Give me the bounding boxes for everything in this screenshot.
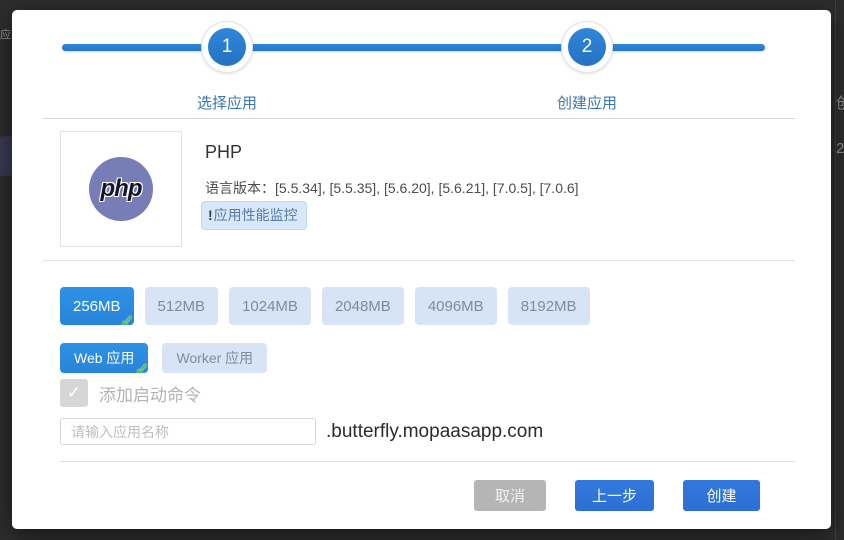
app-type-option-worker[interactable]: Worker 应用 [162, 343, 268, 373]
step-1-label: 选择应用 [196, 95, 257, 112]
apm-badge: ! 应用性能监控 [201, 201, 307, 230]
memory-option-2048mb[interactable]: 2048MB [321, 287, 404, 325]
step-2-number: 2 [568, 28, 606, 66]
backdrop-text-fragment: 2 [836, 140, 844, 157]
step-2-indicator: 2 [561, 21, 613, 73]
memory-option-label: 4096MB [427, 297, 484, 315]
memory-option-label: 2048MB [334, 297, 391, 315]
memory-option-label: 1024MB [242, 297, 298, 315]
app-name-input[interactable] [60, 418, 316, 445]
startup-command-checkbox[interactable]: ✓ [60, 379, 88, 407]
exclamation-icon: ! [208, 207, 213, 223]
create-app-modal: 1 2 选择应用 创建应用 php PHP 语言版本：[5.5.34], [5.… [12, 10, 831, 529]
step-1-indicator: 1 [201, 21, 253, 73]
cancel-button[interactable]: 取消 [474, 480, 546, 511]
memory-option-512mb[interactable]: 512MB [144, 287, 219, 325]
memory-option-4096mb[interactable]: 4096MB [414, 287, 497, 325]
memory-options: 256MB ✓ 512MB 1024MB 2048MB 4096MB 8192M… [60, 287, 590, 330]
startup-command-label: 添加启动命令 [99, 385, 201, 405]
app-type-label: Web 应用 [74, 350, 135, 366]
create-button[interactable]: 创建 [683, 480, 760, 511]
startup-command-row: ✓ 添加启动命令 [60, 379, 201, 407]
app-type-label: Worker 应用 [176, 350, 254, 366]
stepper-divider [43, 118, 795, 119]
app-name-row: .butterfly.mopaasapp.com [60, 418, 543, 445]
previous-step-button[interactable]: 上一步 [575, 480, 654, 511]
check-icon: ✓ [135, 360, 150, 379]
app-type-option-web[interactable]: Web 应用 ✓ [60, 343, 149, 378]
apm-badge-label: 应用性能监控 [213, 207, 298, 223]
footer-actions: 取消 上一步 创建 [474, 480, 760, 511]
memory-option-8192mb[interactable]: 8192MB [507, 287, 590, 325]
selected-app-card: php [60, 131, 182, 247]
memory-option-256mb[interactable]: 256MB ✓ [60, 287, 135, 330]
check-icon: ✓ [120, 312, 135, 331]
step-1-number: 1 [208, 28, 246, 66]
memory-option-label: 8192MB [520, 297, 577, 315]
memory-option-1024mb[interactable]: 1024MB [229, 287, 311, 325]
app-name-title: PHP [205, 142, 243, 162]
app-section-divider [43, 260, 795, 261]
stepper-progress-bar [62, 44, 765, 51]
memory-option-label: 512MB [157, 297, 206, 315]
php-logo-icon: php [89, 157, 153, 221]
footer-divider [60, 461, 795, 462]
app-type-options: Web 应用 ✓ Worker 应用 [60, 343, 268, 378]
domain-suffix-text: .butterfly.mopaasapp.com [326, 420, 544, 442]
backdrop-text-fragment: 创 [836, 95, 844, 112]
php-logo-text: php [100, 175, 143, 202]
memory-option-label: 256MB [73, 297, 121, 315]
app-language-versions: 语言版本：[5.5.34], [5.5.35], [5.6.20], [5.6.… [205, 180, 579, 196]
step-2-label: 创建应用 [556, 95, 617, 112]
backdrop-page-fragment-glyph: 应 [0, 29, 11, 41]
backdrop-vertical-divider [835, 0, 836, 540]
